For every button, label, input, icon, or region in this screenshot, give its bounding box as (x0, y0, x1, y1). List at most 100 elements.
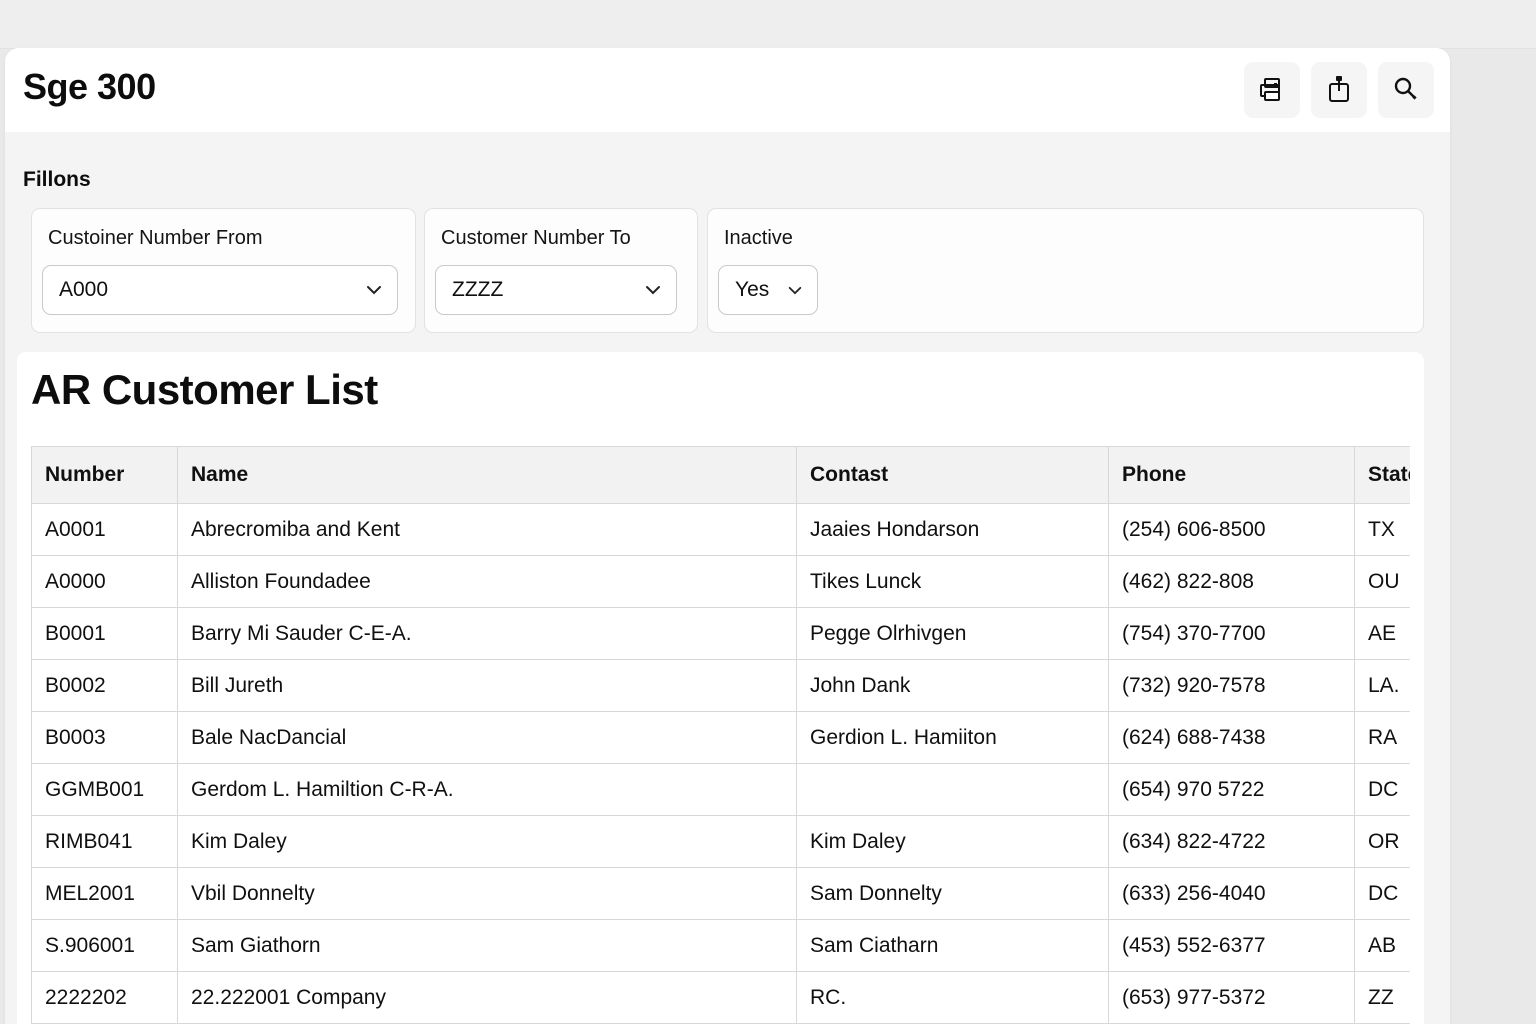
export-icon (1323, 74, 1355, 106)
cell-number: S.906001 (31, 919, 178, 972)
filter-customer-number-from: Custoiner Number From A000 (31, 208, 416, 333)
cell-contact: Sam Ciatharn (796, 919, 1109, 972)
report-title: AR Customer List (31, 366, 378, 413)
cell-contact (796, 763, 1109, 816)
table-row: MEL2001 Vbil Donnelty Sam Donnelty (633) 25… (31, 867, 1410, 920)
cell-name: Gerdom L. Hamiltion C-R-A. (177, 763, 797, 816)
cell-phone: (254) 606-8500 (1108, 503, 1355, 556)
chevron-down-icon (787, 285, 803, 296)
cell-state: OR (1354, 815, 1410, 868)
print-button[interactable] (1244, 62, 1300, 118)
cell-contact: Jaaies Hondarson (796, 503, 1109, 556)
report-panel: AR Customer List Number Name Contast Phone S… (17, 352, 1424, 1024)
chevron-down-icon (644, 284, 662, 296)
cell-number: B0003 (31, 711, 178, 764)
cell-phone: (634) 822-4722 (1108, 815, 1355, 868)
app-header: Sge 300 (5, 48, 1450, 133)
cell-contact: Kim Daley (796, 815, 1109, 868)
column-header-contact: Contast (796, 446, 1109, 504)
customer-number-to-select[interactable]: ZZZZ (435, 265, 677, 315)
column-header-number: Number (31, 446, 178, 504)
app-window: Sge 300 Fillons Custoiner Number From A0… (5, 48, 1450, 1024)
cell-state: TX (1354, 503, 1410, 556)
table-row: B0001 Barry Mi Sauder C-E-A. Pegge Olrhivg… (31, 607, 1410, 660)
app-title: Sge 300 (23, 66, 156, 107)
select-value: ZZZZ (452, 278, 504, 301)
inactive-select[interactable]: Yes (718, 265, 818, 315)
customer-number-from-select[interactable]: A000 (42, 265, 398, 315)
table-body: A0001 Abrecromiba and Kent Jaaies Hondarso… (31, 503, 1410, 1024)
cell-contact: Gerdion L. Hamiiton (796, 711, 1109, 764)
chevron-down-icon (365, 284, 383, 296)
cell-phone: (653) 977-5372 (1108, 971, 1355, 1024)
cell-state: DC (1354, 763, 1410, 816)
cell-state: ZZ (1354, 971, 1410, 1024)
cell-contact: Tikes Lunck (796, 555, 1109, 608)
cell-phone: (453) 552-6377 (1108, 919, 1355, 972)
cell-number: A0001 (31, 503, 178, 556)
column-header-state: State/Prox (1354, 446, 1410, 504)
cell-number: RIMB041 (31, 815, 178, 868)
cell-number: B0001 (31, 607, 178, 660)
cell-number: MEL2001 (31, 867, 178, 920)
cell-name: Kim Daley (177, 815, 797, 868)
cell-name: 22.222001 Company (177, 971, 797, 1024)
cell-name: Vbil Donnelty (177, 867, 797, 920)
filter-label: Custoiner Number From (48, 227, 263, 249)
cell-state: OU (1354, 555, 1410, 608)
header-actions (1244, 62, 1434, 118)
print-icon (1256, 74, 1288, 106)
search-icon (1390, 74, 1422, 106)
filter-label: Inactive (724, 227, 793, 249)
cell-contact: John Dank (796, 659, 1109, 712)
cell-contact: Sam Donnelty (796, 867, 1109, 920)
customer-table: NumberNameContastPhoneState/Prox A0001Ab… (31, 446, 1410, 1024)
cell-contact: RC. (796, 971, 1109, 1024)
cell-name: Alliston Foundadee (177, 555, 797, 608)
table-row: S.906001 Sam Giathorn Sam Ciatharn (453) 55… (31, 919, 1410, 972)
cell-phone: (633) 256-4040 (1108, 867, 1355, 920)
cell-phone: (754) 370-7700 (1108, 607, 1355, 660)
table-head: NumberNameContastPhoneState/Prox (31, 446, 1410, 504)
filter-inactive: Inactive Yes (707, 208, 1424, 333)
filter-customer-number-to: Customer Number To ZZZZ (424, 208, 698, 333)
table-row: A0001 Abrecromiba and Kent Jaaies Hondarso… (31, 503, 1410, 556)
column-header-phone: Phone (1108, 446, 1355, 504)
cell-name: Bill Jureth (177, 659, 797, 712)
cell-contact: Pegge Olrhivgen (796, 607, 1109, 660)
cell-phone: (654) 970 5722 (1108, 763, 1355, 816)
filter-label: Customer Number To (441, 227, 631, 249)
table-row: B0002 Bill Jureth John Dank (732) 920-7578 L… (31, 659, 1410, 712)
select-value: Yes (735, 278, 770, 301)
table-row: B0003 Bale NacDancial Gerdion L. Hamiiton(… (31, 711, 1410, 764)
search-button[interactable] (1378, 62, 1434, 118)
cell-phone: (624) 688-7438 (1108, 711, 1355, 764)
select-value: A000 (59, 278, 109, 301)
window-top-strip (0, 0, 1536, 49)
cell-phone: (462) 822-808 (1108, 555, 1355, 608)
cell-name: Abrecromiba and Kent (177, 503, 797, 556)
app-content: Fillons Custoiner Number From A000 Custo… (5, 132, 1450, 1024)
cell-phone: (732) 920-7578 (1108, 659, 1355, 712)
export-button[interactable] (1311, 62, 1367, 118)
cell-number: A0000 (31, 555, 178, 608)
table-row: RIMB041 Kim Daley Kim Daley (634) 822-4722 O… (31, 815, 1410, 868)
cell-name: Barry Mi Sauder C-E-A. (177, 607, 797, 660)
cell-state: DC (1354, 867, 1410, 920)
cell-state: RA (1354, 711, 1410, 764)
cell-name: Sam Giathorn (177, 919, 797, 972)
cell-state: AB (1354, 919, 1410, 972)
header-row: NumberNameContastPhoneState/Prox (31, 446, 1410, 504)
cell-state: AE (1354, 607, 1410, 660)
column-header-name: Name (177, 446, 797, 504)
cell-number: B0002 (31, 659, 178, 712)
cell-number: GGMB001 (31, 763, 178, 816)
cell-name: Bale NacDancial (177, 711, 797, 764)
table-container: NumberNameContastPhoneState/Prox A0001Ab… (31, 446, 1410, 1024)
cell-number: 2222202 (31, 971, 178, 1024)
table-row: A0000 Alliston Foundadee Tikes Lunck (462) … (31, 555, 1410, 608)
table-row: 2222202 22.222001 Company RC. (653) 977-537… (31, 971, 1410, 1024)
cell-state: LA. (1354, 659, 1410, 712)
table-row: GGMB001 Gerdom L. Hamiltion C-R-A. (654) 9… (31, 763, 1410, 816)
filters-section-label: Fillons (23, 168, 91, 191)
